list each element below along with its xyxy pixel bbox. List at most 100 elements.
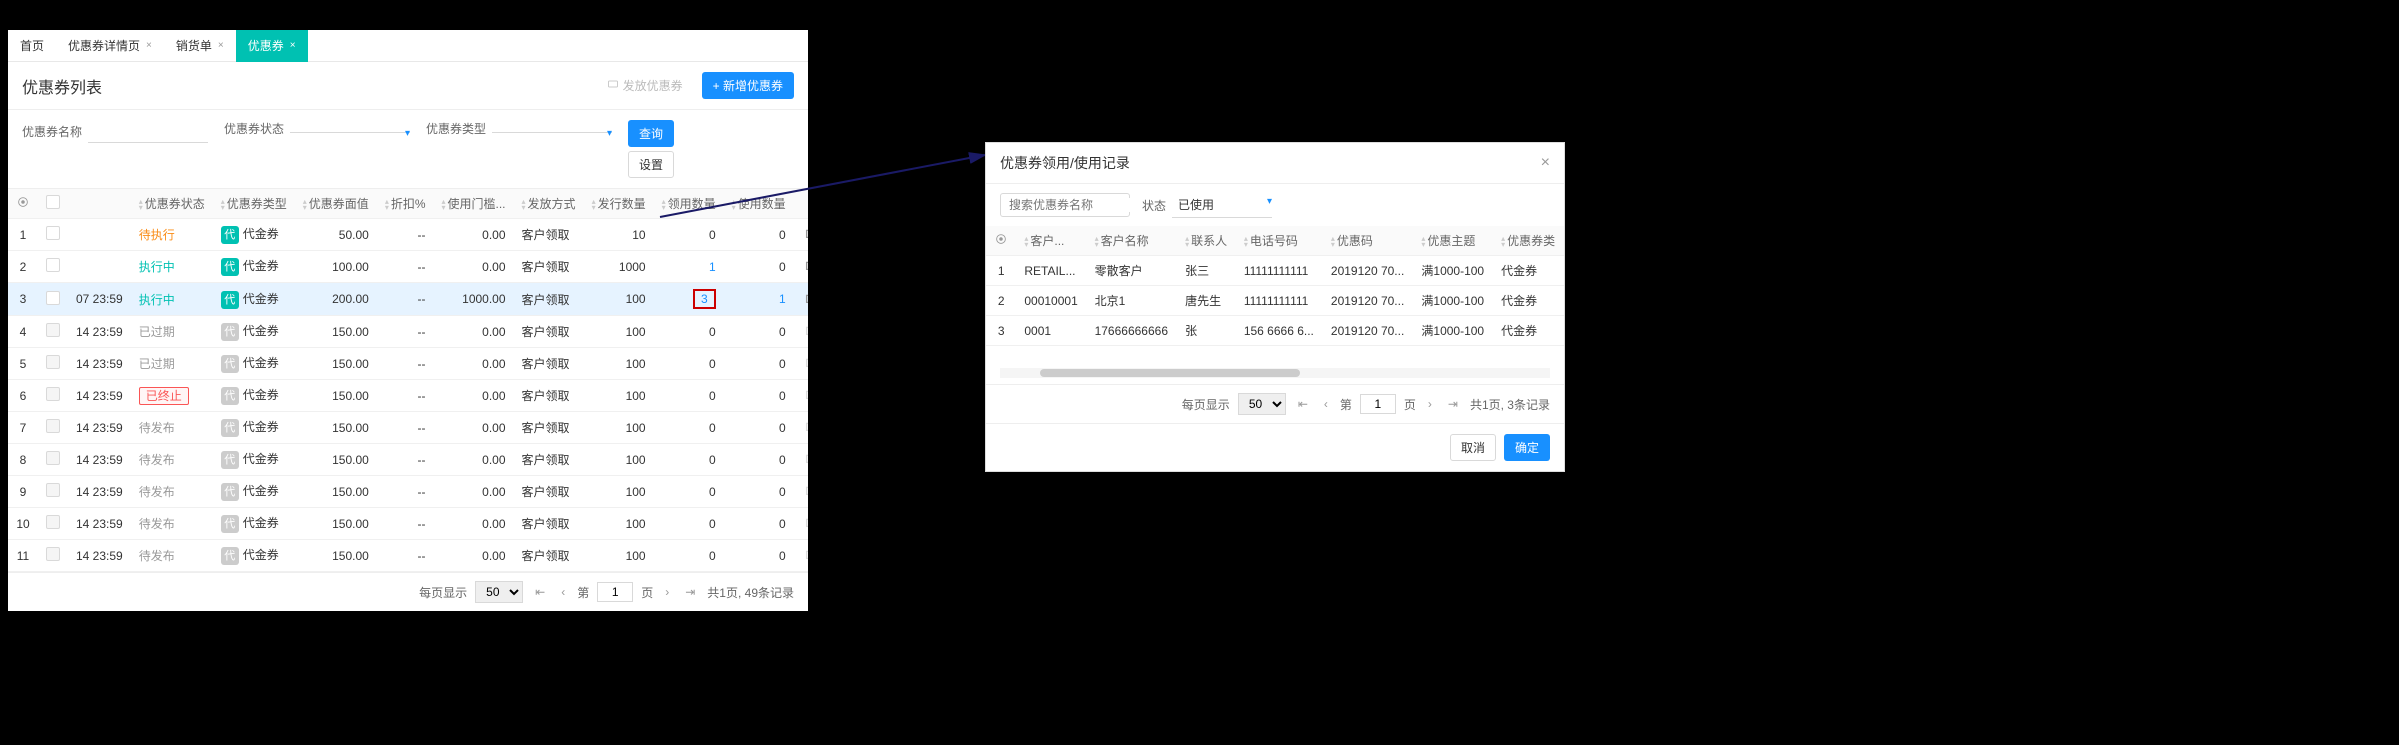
coupon-status-select[interactable]: ▾ [290, 124, 410, 133]
tab-detail[interactable]: 优惠券详情页× [56, 30, 164, 62]
claim-qty-link[interactable]: 1 [709, 260, 716, 274]
col-contact[interactable]: ▴▾联系人 [1177, 226, 1236, 256]
title-bar: 优惠券列表 发放优惠券 + 新增优惠券 [8, 62, 808, 110]
last-page-button[interactable]: ⇥ [1444, 397, 1462, 411]
use-qty-link[interactable]: 1 [779, 292, 786, 306]
settings-button[interactable]: 设置 [628, 151, 674, 178]
row-checkbox[interactable] [46, 419, 60, 433]
tab-sales[interactable]: 销货单× [164, 30, 236, 62]
share-icon[interactable] [804, 483, 808, 497]
col-status[interactable]: ▴▾优惠券状态 [131, 189, 213, 219]
modal-title: 优惠券领用/使用记录 [1000, 153, 1130, 173]
share-icon[interactable] [804, 547, 808, 561]
claim-qty-link[interactable]: 3 [693, 289, 716, 309]
row-checkbox[interactable] [46, 226, 60, 240]
tab-home[interactable]: 首页 [8, 30, 56, 62]
horizontal-scrollbar[interactable] [1000, 368, 1550, 378]
table-row[interactable]: 2 00010001 北京1 唐先生 11111111111 2019120 7… [986, 286, 1564, 316]
table-row[interactable]: 3 07 23:59 执行中 代代金券 200.00 -- 1000.00 客户… [8, 283, 808, 316]
distribute-coupon-button[interactable]: 发放优惠券 [596, 72, 693, 99]
row-checkbox[interactable] [46, 258, 60, 272]
type-badge: 代 [221, 451, 239, 469]
chevron-down-icon: ▾ [1267, 196, 1272, 207]
prev-page-button[interactable]: ‹ [1320, 397, 1332, 411]
add-coupon-button[interactable]: + 新增优惠券 [702, 72, 794, 99]
page-input[interactable] [597, 582, 633, 602]
coupon-type-select[interactable]: ▾ [492, 124, 612, 133]
table-row[interactable]: 2 执行中 代代金券 100.00 -- 0.00 客户领取 1000 1 0 [8, 251, 808, 283]
col-claim-qty[interactable]: ▴▾领用数量 [654, 189, 724, 219]
close-icon[interactable]: × [290, 40, 296, 51]
next-page-button[interactable]: › [1424, 397, 1436, 411]
row-checkbox[interactable] [46, 451, 60, 465]
table-row[interactable]: 8 14 23:59 待发布 代代金券 150.00 -- 0.00 客户领取 … [8, 444, 808, 476]
col-cust-no[interactable]: ▴▾客户... [1016, 226, 1086, 256]
row-checkbox[interactable] [46, 515, 60, 529]
col-threshold[interactable]: ▴▾使用门槛... [434, 189, 514, 219]
table-row[interactable]: 3 0001 17666666666 张 156 6666 6... 20191… [986, 316, 1564, 346]
col-type[interactable]: ▴▾优惠券类型 [213, 189, 295, 219]
table-row[interactable]: 7 14 23:59 待发布 代代金券 150.00 -- 0.00 客户领取 … [8, 412, 808, 444]
modal-status-select[interactable]: 已使用▾ [1172, 192, 1272, 218]
col-subject[interactable]: ▴▾优惠主题 [1413, 226, 1493, 256]
share-icon[interactable] [804, 451, 808, 465]
last-page-button[interactable]: ⇥ [681, 585, 699, 599]
col-issue-qty[interactable]: ▴▾发行数量 [584, 189, 654, 219]
status-badge: 待发布 [139, 453, 175, 467]
per-page-select[interactable]: 50 [1238, 393, 1286, 415]
table-row[interactable]: 4 14 23:59 已过期 代代金券 150.00 -- 0.00 客户领取 … [8, 316, 808, 348]
share-icon[interactable] [804, 291, 808, 305]
tab-bar: 首页 优惠券详情页× 销货单× 优惠券× [8, 30, 808, 62]
cancel-button[interactable]: 取消 [1450, 434, 1496, 461]
prev-page-button[interactable]: ‹ [557, 585, 569, 599]
search-box[interactable] [1000, 193, 1130, 217]
first-page-button[interactable]: ⇤ [1294, 397, 1312, 411]
row-checkbox[interactable] [46, 547, 60, 561]
table-row[interactable]: 1 RETAIL... 零散客户 张三 11111111111 2019120 … [986, 256, 1564, 286]
search-input[interactable] [1009, 198, 1164, 212]
share-icon[interactable] [804, 355, 808, 369]
table-row[interactable]: 9 14 23:59 待发布 代代金券 150.00 -- 0.00 客户领取 … [8, 476, 808, 508]
row-checkbox[interactable] [46, 323, 60, 337]
col-code[interactable]: ▴▾优惠码 [1323, 226, 1413, 256]
first-page-button[interactable]: ⇤ [531, 585, 549, 599]
col-type[interactable]: ▴▾优惠券类 [1493, 226, 1564, 256]
table-row[interactable]: 5 14 23:59 已过期 代代金券 150.00 -- 0.00 客户领取 … [8, 348, 808, 380]
row-checkbox[interactable] [46, 387, 60, 401]
gear-icon [994, 232, 1008, 246]
gear-column[interactable] [986, 226, 1016, 256]
share-icon[interactable] [804, 258, 808, 272]
share-icon[interactable] [804, 387, 808, 401]
share-icon[interactable] [804, 419, 808, 433]
col-distribute[interactable]: ▴▾发放方式 [514, 189, 584, 219]
table-row[interactable]: 1 待执行 代代金券 50.00 -- 0.00 客户领取 10 0 0 [8, 219, 808, 251]
share-icon[interactable] [804, 323, 808, 337]
per-page-select[interactable]: 50 [475, 581, 523, 603]
share-icon[interactable] [804, 226, 808, 240]
type-badge: 代 [221, 515, 239, 533]
table-row[interactable]: 6 14 23:59 已终止 代代金券 150.00 -- 0.00 客户领取 … [8, 380, 808, 412]
share-icon[interactable] [804, 515, 808, 529]
pagination: 每页显示 50 ⇤ ‹ 第 页 › ⇥ 共1页, 49条记录 [8, 572, 808, 611]
checkbox-header[interactable] [38, 189, 68, 219]
col-discount[interactable]: ▴▾折扣% [377, 189, 434, 219]
row-checkbox[interactable] [46, 483, 60, 497]
col-use-qty[interactable]: ▴▾使用数量 [724, 189, 794, 219]
col-phone[interactable]: ▴▾电话号码 [1236, 226, 1323, 256]
confirm-button[interactable]: 确定 [1504, 434, 1550, 461]
row-checkbox[interactable] [46, 291, 60, 305]
close-icon[interactable]: × [218, 40, 224, 51]
table-row[interactable]: 11 14 23:59 待发布 代代金券 150.00 -- 0.00 客户领取… [8, 540, 808, 572]
coupon-name-input[interactable] [88, 120, 208, 143]
col-cust-name[interactable]: ▴▾客户名称 [1087, 226, 1178, 256]
tab-coupon[interactable]: 优惠券× [236, 30, 308, 62]
close-icon[interactable]: × [1541, 154, 1550, 172]
query-button[interactable]: 查询 [628, 120, 674, 147]
row-checkbox[interactable] [46, 355, 60, 369]
col-face[interactable]: ▴▾优惠券面值 [295, 189, 377, 219]
page-input[interactable] [1360, 394, 1396, 414]
close-icon[interactable]: × [146, 40, 152, 51]
table-row[interactable]: 10 14 23:59 待发布 代代金券 150.00 -- 0.00 客户领取… [8, 508, 808, 540]
next-page-button[interactable]: › [661, 585, 673, 599]
gear-column[interactable] [8, 189, 38, 219]
